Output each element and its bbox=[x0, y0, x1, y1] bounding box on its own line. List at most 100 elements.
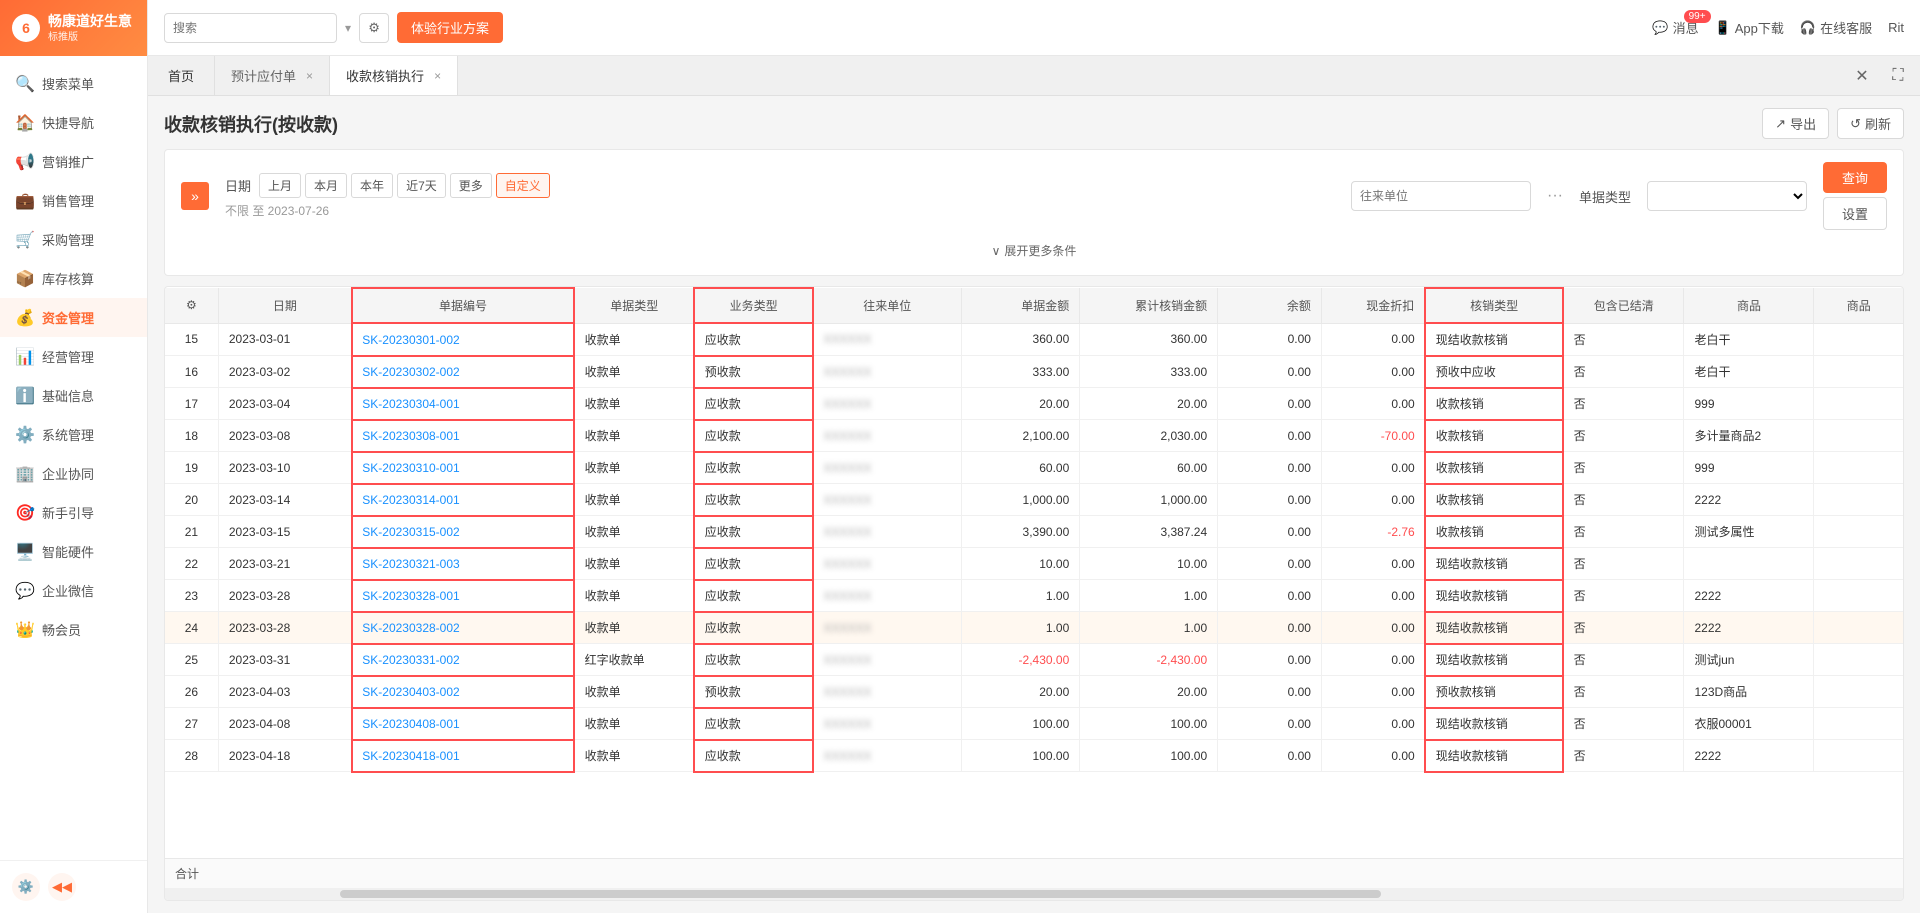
cell-balance: 0.00 bbox=[1218, 356, 1322, 388]
tab-prepay-label: 预计应付单 bbox=[231, 66, 296, 85]
tab-verify[interactable]: 收款核销执行 × bbox=[330, 56, 458, 95]
order-no-link[interactable]: SK-20230331-002 bbox=[362, 653, 459, 667]
order-no-link[interactable]: SK-20230310-001 bbox=[362, 461, 459, 475]
order-no-link[interactable]: SK-20230314-001 bbox=[362, 493, 459, 507]
cell-goods1: 测试jun bbox=[1684, 644, 1814, 676]
order-no-link[interactable]: SK-20230304-001 bbox=[362, 397, 459, 411]
cell-discount: 0.00 bbox=[1321, 580, 1425, 612]
expand-more-btn[interactable]: ∨ 展开更多条件 bbox=[992, 238, 1077, 263]
tab-prepay-close[interactable]: × bbox=[306, 69, 313, 83]
tab-home[interactable]: 首页 bbox=[148, 56, 215, 95]
expand-chevron-icon: ∨ bbox=[992, 244, 1001, 258]
date-opt-custom[interactable]: 自定义 bbox=[496, 173, 550, 198]
industry-solution-btn[interactable]: 体验行业方案 bbox=[397, 12, 503, 43]
sidebar-item-enterprise[interactable]: 🏢企业协同 bbox=[0, 454, 147, 493]
sidebar-item-guide[interactable]: 🎯新手引导 bbox=[0, 493, 147, 532]
sidebar-item-member[interactable]: 👑畅会员 bbox=[0, 610, 147, 649]
table-wrap[interactable]: ⚙ 日期 单据编号 单据类型 业务类型 往来单位 单据金额 累计核销金额 余额 … bbox=[165, 287, 1903, 858]
sidebar-item-wechat[interactable]: 💬企业微信 bbox=[0, 571, 147, 610]
tab-close-all-btn[interactable]: ✕ bbox=[1848, 62, 1876, 90]
cell-discount: 0.00 bbox=[1321, 548, 1425, 580]
cell-order-no: SK-20230304-001 bbox=[352, 388, 574, 420]
cell-order-no: SK-20230314-001 bbox=[352, 484, 574, 516]
cell-verify-type: 现结收款核销 bbox=[1425, 548, 1563, 580]
sidebar-item-finance[interactable]: 💰资金管理 bbox=[0, 298, 147, 337]
cell-partner: XXXXXX bbox=[813, 740, 961, 772]
date-opt-1[interactable]: 本月 bbox=[305, 173, 347, 198]
table-row: 18 2023-03-08 SK-20230308-001 收款单 应收款 XX… bbox=[165, 420, 1903, 452]
partner-input[interactable] bbox=[1351, 181, 1531, 211]
order-no-link[interactable]: SK-20230315-002 bbox=[362, 525, 459, 539]
cell-balance: 0.00 bbox=[1218, 548, 1322, 580]
scrollbar-thumb[interactable] bbox=[340, 890, 1380, 898]
sidebar-item-system[interactable]: ⚙️系统管理 bbox=[0, 415, 147, 454]
order-no-link[interactable]: SK-20230418-001 bbox=[362, 749, 459, 763]
cell-order-no: SK-20230321-003 bbox=[352, 548, 574, 580]
sidebar-item-search[interactable]: 🔍搜索菜单 bbox=[0, 64, 147, 103]
order-no-link[interactable]: SK-20230328-001 bbox=[362, 589, 459, 603]
cell-goods1: 测试多属性 bbox=[1684, 516, 1814, 548]
cell-verify-type: 收款核销 bbox=[1425, 452, 1563, 484]
collapse-icon[interactable]: ◀◀ bbox=[48, 873, 76, 901]
date-opt-3[interactable]: 近7天 bbox=[397, 173, 446, 198]
date-opt-4[interactable]: 更多 bbox=[450, 173, 492, 198]
tab-prepay[interactable]: 预计应付单 × bbox=[215, 56, 330, 95]
tab-verify-close[interactable]: × bbox=[434, 69, 441, 83]
sidebar-item-operations[interactable]: 📊经营管理 bbox=[0, 337, 147, 376]
filter-expand-arrow[interactable]: » bbox=[181, 182, 209, 210]
sidebar-item-hardware[interactable]: 🖥️智能硬件 bbox=[0, 532, 147, 571]
table-row: 16 2023-03-02 SK-20230302-002 收款单 预收款 XX… bbox=[165, 356, 1903, 388]
topbar-gear-btn[interactable]: ⚙ bbox=[359, 13, 389, 43]
order-no-link[interactable]: SK-20230308-001 bbox=[362, 429, 459, 443]
cell-amount: 20.00 bbox=[961, 676, 1080, 708]
cell-goods2 bbox=[1814, 452, 1903, 484]
cell-doc-type: 收款单 bbox=[574, 548, 694, 580]
table-row: 25 2023-03-31 SK-20230331-002 红字收款单 应收款 … bbox=[165, 644, 1903, 676]
cell-cum-amount: -2,430.00 bbox=[1080, 644, 1218, 676]
app-download-btn[interactable]: 📱 App下载 bbox=[1715, 18, 1784, 37]
filter-settings-btn[interactable]: 设置 bbox=[1823, 197, 1887, 230]
data-table-container: ⚙ 日期 单据编号 单据类型 业务类型 往来单位 单据金额 累计核销金额 余额 … bbox=[164, 286, 1904, 901]
cell-biz-type: 应收款 bbox=[694, 708, 813, 740]
online-service-btn[interactable]: 🎧 在线客服 bbox=[1800, 18, 1872, 37]
settings-icon[interactable]: ⚙️ bbox=[12, 873, 40, 901]
messages-btn[interactable]: 💬 消息 99+ bbox=[1652, 18, 1698, 37]
cell-index: 20 bbox=[165, 484, 218, 516]
topbar-search-input[interactable] bbox=[164, 13, 337, 43]
date-opt-0[interactable]: 上月 bbox=[259, 173, 301, 198]
order-no-link[interactable]: SK-20230302-002 bbox=[362, 365, 459, 379]
sidebar-item-shortcuts[interactable]: 🏠快捷导航 bbox=[0, 103, 147, 142]
cell-included: 否 bbox=[1563, 580, 1684, 612]
member-icon: 👑 bbox=[16, 621, 34, 639]
cell-index: 25 bbox=[165, 644, 218, 676]
cell-partner: XXXXXX bbox=[813, 484, 961, 516]
order-no-link[interactable]: SK-20230301-002 bbox=[362, 333, 459, 347]
cell-balance: 0.00 bbox=[1218, 420, 1322, 452]
order-no-link[interactable]: SK-20230321-003 bbox=[362, 557, 459, 571]
sidebar-item-sales[interactable]: 💼销售管理 bbox=[0, 181, 147, 220]
th-amount: 单据金额 bbox=[961, 288, 1080, 323]
query-btn[interactable]: 查询 bbox=[1823, 162, 1887, 193]
sidebar-item-inventory[interactable]: 📦库存核算 bbox=[0, 259, 147, 298]
horizontal-scrollbar[interactable] bbox=[165, 888, 1903, 900]
order-no-link[interactable]: SK-20230328-002 bbox=[362, 621, 459, 635]
order-no-link[interactable]: SK-20230408-001 bbox=[362, 717, 459, 731]
cell-balance: 0.00 bbox=[1218, 484, 1322, 516]
settings-gear-icon[interactable]: ⚙ bbox=[186, 298, 197, 312]
cell-balance: 0.00 bbox=[1218, 452, 1322, 484]
refresh-btn[interactable]: ↺ 刷新 bbox=[1837, 108, 1904, 139]
user-name[interactable]: Rit bbox=[1888, 20, 1904, 35]
doc-type-select[interactable] bbox=[1647, 181, 1807, 211]
tab-expand-btn[interactable]: ⛶ bbox=[1884, 62, 1912, 90]
phone-icon: 📱 bbox=[1715, 20, 1731, 36]
cell-verify-type: 收款核销 bbox=[1425, 388, 1563, 420]
cell-discount: 0.00 bbox=[1321, 708, 1425, 740]
order-no-link[interactable]: SK-20230403-002 bbox=[362, 685, 459, 699]
sidebar-item-marketing[interactable]: 📢营销推广 bbox=[0, 142, 147, 181]
date-opt-2[interactable]: 本年 bbox=[351, 173, 393, 198]
export-btn[interactable]: ↗ 导出 bbox=[1762, 108, 1829, 139]
cell-verify-type: 现结收款核销 bbox=[1425, 612, 1563, 644]
sidebar-item-basic[interactable]: ℹ️基础信息 bbox=[0, 376, 147, 415]
topbar-chevron-icon[interactable]: ▾ bbox=[345, 21, 351, 35]
sidebar-item-purchase[interactable]: 🛒采购管理 bbox=[0, 220, 147, 259]
